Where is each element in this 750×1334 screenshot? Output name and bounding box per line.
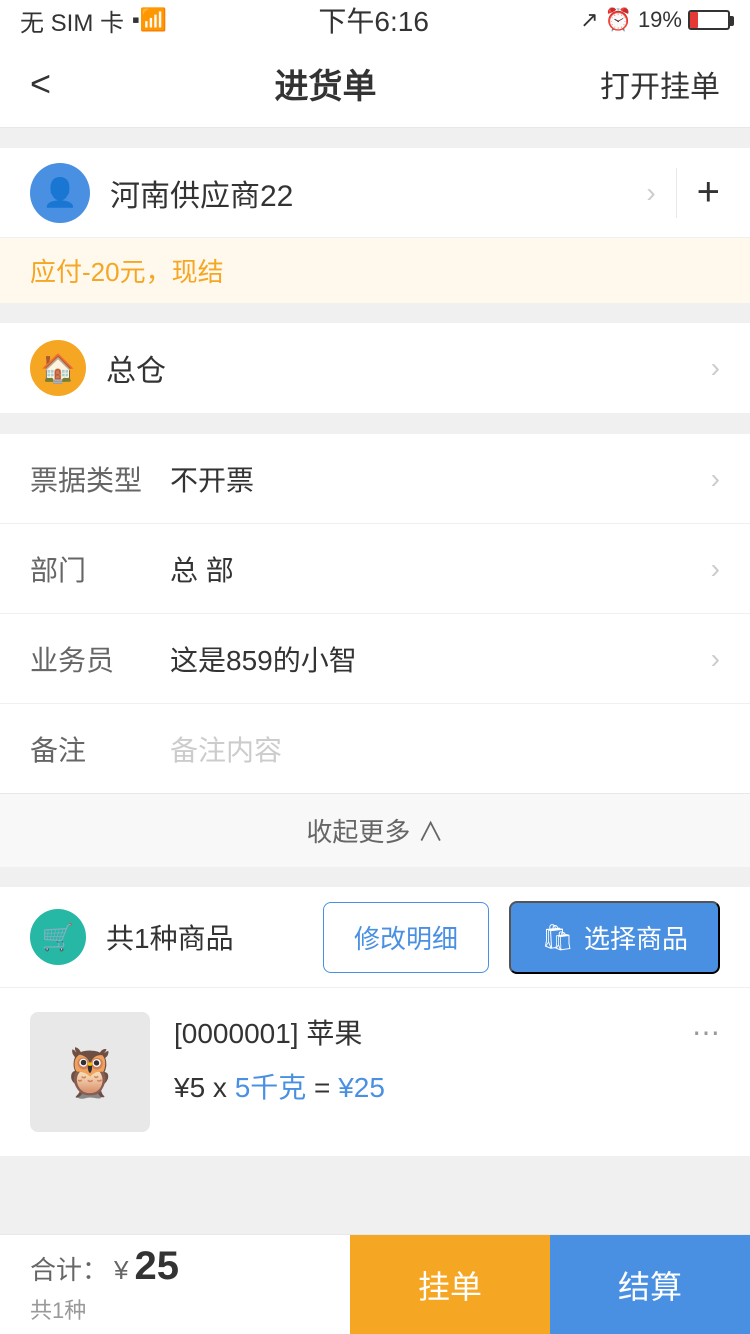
page-title: 进货单 <box>275 59 377 108</box>
salesperson-label: 业务员 <box>30 639 150 679</box>
summary-info: 合计： ¥ 25 共1种 <box>0 1244 350 1325</box>
add-supplier-button[interactable]: + <box>697 170 720 215</box>
battery-icon <box>688 10 730 30</box>
open-hang-button[interactable]: 打开挂单 <box>600 62 720 106</box>
product-info: [0000001] 苹果 ¥5 x 5千克 = ¥25 <box>174 1012 668 1132</box>
carrier-label: 无 SIM 卡 <box>20 3 124 38</box>
form-card: 票据类型 不开票 › 部门 总 部 › 业务员 这是859的小智 › 备注 备注… <box>0 433 750 867</box>
summary-total: 合计： ¥ 25 <box>30 1244 320 1289</box>
collapse-toggle[interactable]: 收起更多 ∧ <box>0 793 750 867</box>
salesperson-value: 这是859的小智 <box>150 639 711 679</box>
select-product-button[interactable]: 🛍 选择商品 <box>509 901 720 974</box>
section-gap-2 <box>0 303 750 323</box>
department-row[interactable]: 部门 总 部 › <box>0 523 750 613</box>
supplier-name: 河南供应商22 <box>110 171 646 215</box>
total-amount: 25 <box>134 1244 179 1289</box>
avatar-icon: 👤 <box>43 176 78 209</box>
supplier-row[interactable]: 👤 河南供应商22 › + <box>0 148 750 238</box>
time-label: 下午6:16 <box>318 0 429 40</box>
product-placeholder-icon: 🦉 <box>60 1044 120 1101</box>
supplier-chevron-icon: › <box>646 177 655 209</box>
edit-detail-button[interactable]: 修改明细 <box>323 902 489 973</box>
warehouse-name: 总仓 <box>106 346 711 390</box>
battery-percent: 19% <box>638 7 682 33</box>
total-label: 合计： <box>30 1250 108 1287</box>
product-title: 苹果 <box>306 1018 362 1049</box>
salesperson-row[interactable]: 业务员 这是859的小智 › <box>0 613 750 703</box>
product-header: 🛒 共1种商品 修改明细 🛍 选择商品 <box>0 887 750 987</box>
product-count: 共1种商品 <box>106 917 303 957</box>
equals-sign: = <box>306 1072 338 1103</box>
nav-bar: < 进货单 打开挂单 <box>0 40 750 128</box>
department-label: 部门 <box>30 549 150 589</box>
remarks-label: 备注 <box>30 729 150 769</box>
total-value: ¥25 <box>338 1072 385 1103</box>
bottom-bar: 合计： ¥ 25 共1种 挂单 结算 <box>0 1234 750 1334</box>
cart-icon: 🛒 <box>42 922 74 953</box>
remarks-placeholder: 备注内容 <box>150 729 720 769</box>
unit-price: ¥5 x <box>174 1072 235 1103</box>
wifi-icon: ▪📶 <box>132 7 167 33</box>
status-bar: 无 SIM 卡 ▪📶 下午6:16 ↗ ⏰ 19% <box>0 0 750 40</box>
select-product-icon: 🛍 <box>541 922 574 953</box>
product-thumbnail: 🦉 <box>30 1012 150 1132</box>
product-icon: 🛒 <box>30 909 86 965</box>
salesperson-chevron-icon: › <box>711 643 720 675</box>
location-icon: ↗ <box>580 7 598 33</box>
section-gap-3 <box>0 413 750 433</box>
notice-banner: 应付-20元，现结 <box>0 238 750 303</box>
product-name: [0000001] 苹果 <box>174 1012 668 1052</box>
checkout-button[interactable]: 结算 <box>550 1235 750 1334</box>
warehouse-row[interactable]: 🏠 总仓 › <box>0 323 750 413</box>
status-right: ↗ ⏰ 19% <box>580 7 730 33</box>
select-product-label: 选择商品 <box>584 919 688 956</box>
invoice-value: 不开票 <box>150 459 711 499</box>
back-button[interactable]: < <box>30 63 51 105</box>
qty-value: 5千克 <box>235 1072 307 1103</box>
alarm-icon: ⏰ <box>605 7 632 33</box>
section-gap-4 <box>0 867 750 887</box>
department-value: 总 部 <box>150 549 711 589</box>
divider <box>676 168 677 218</box>
product-code: [0000001] <box>174 1018 306 1049</box>
product-item: 🦉 [0000001] 苹果 ¥5 x 5千克 = ¥25 ⋯ <box>0 987 750 1156</box>
supplier-avatar: 👤 <box>30 163 90 223</box>
currency-symbol: ¥ <box>114 1255 128 1286</box>
product-price: ¥5 x 5千克 = ¥25 <box>174 1066 668 1106</box>
collapse-label: 收起更多 ∧ <box>306 812 443 849</box>
home-icon: 🏠 <box>41 352 76 385</box>
invoice-row[interactable]: 票据类型 不开票 › <box>0 433 750 523</box>
supplier-card: 👤 河南供应商22 › + 应付-20元，现结 <box>0 148 750 303</box>
invoice-chevron-icon: › <box>711 463 720 495</box>
remarks-row[interactable]: 备注 备注内容 <box>0 703 750 793</box>
warehouse-card: 🏠 总仓 › <box>0 323 750 413</box>
more-button[interactable]: ⋯ <box>692 1012 720 1132</box>
hang-button[interactable]: 挂单 <box>350 1235 550 1334</box>
warehouse-icon: 🏠 <box>30 340 86 396</box>
summary-sub: 共1种 <box>30 1293 320 1325</box>
section-gap-1 <box>0 128 750 148</box>
status-left: 无 SIM 卡 ▪📶 <box>20 3 167 38</box>
invoice-label: 票据类型 <box>30 459 150 499</box>
department-chevron-icon: › <box>711 553 720 585</box>
warehouse-chevron-icon: › <box>711 352 720 384</box>
